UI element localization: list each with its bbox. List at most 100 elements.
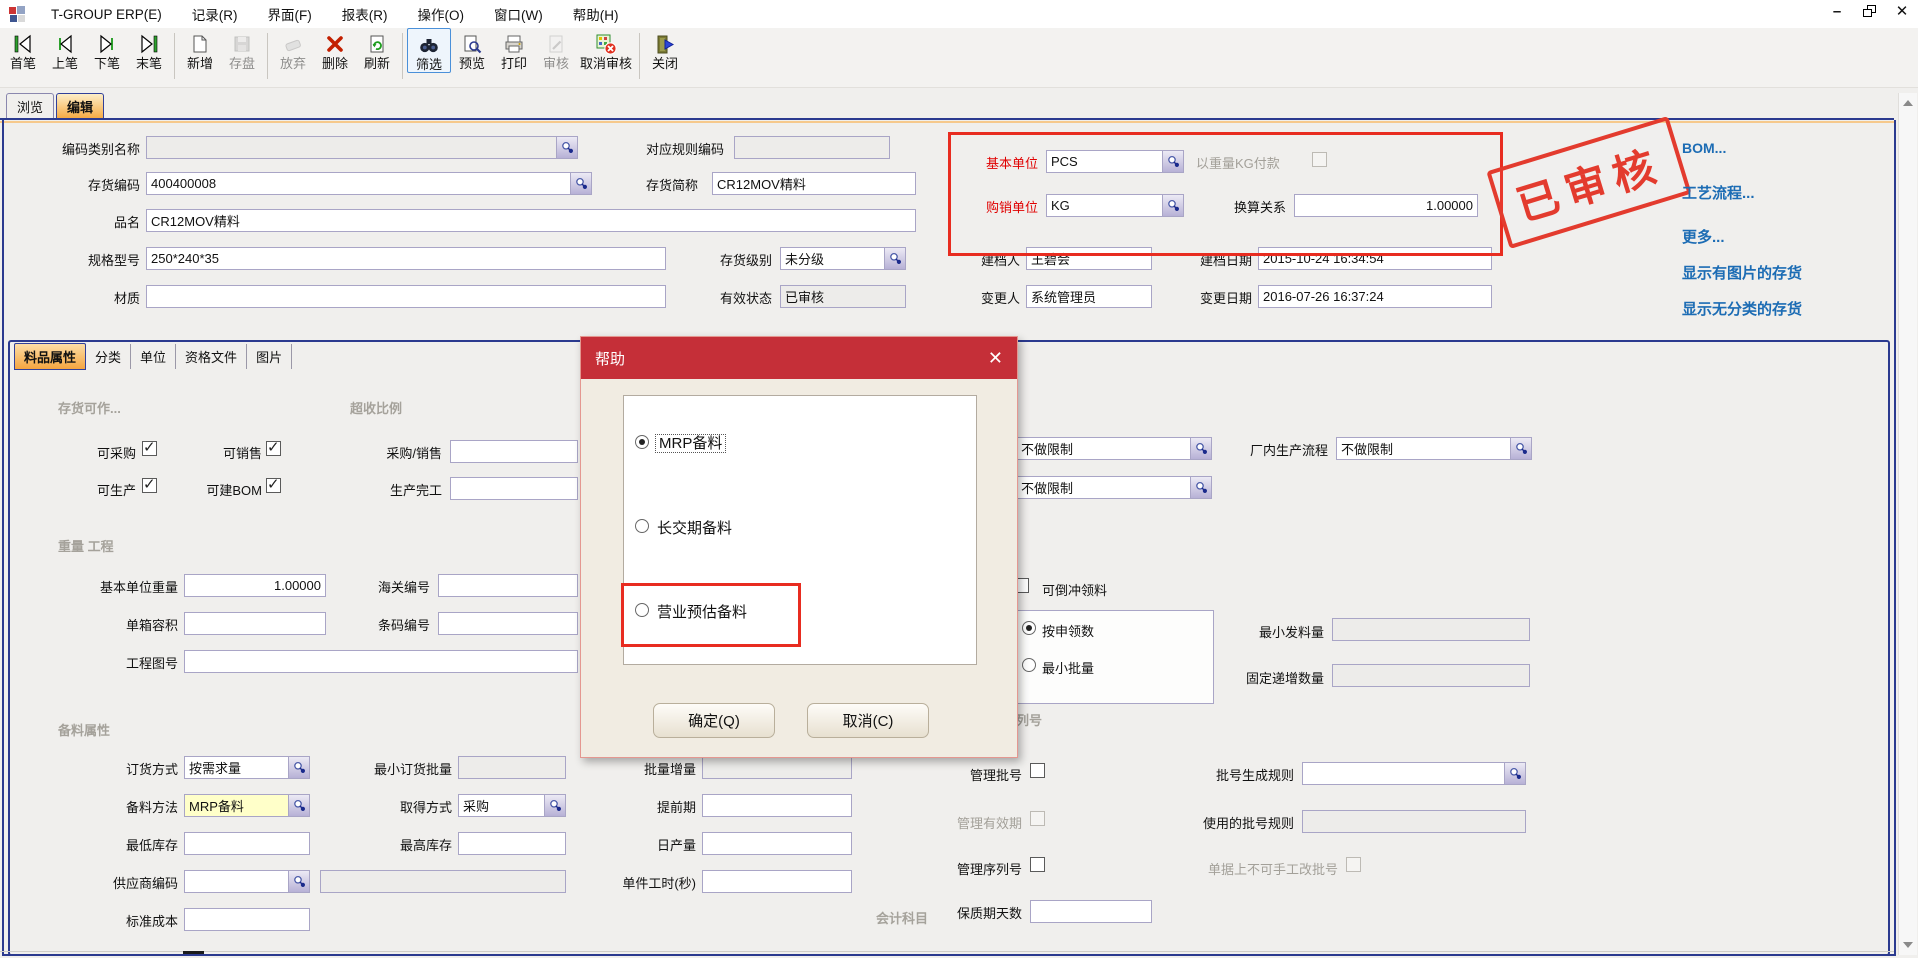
supplier-code-field[interactable] — [184, 870, 310, 893]
sales-forecast-label[interactable]: 营业预估备料 — [657, 601, 747, 622]
tab-unit[interactable]: 单位 — [131, 344, 176, 369]
lookup-icon[interactable] — [570, 173, 591, 194]
lookup-icon[interactable] — [1504, 763, 1525, 784]
lookup-icon[interactable] — [1190, 477, 1211, 498]
acquire-mode-field[interactable]: 采购 — [458, 794, 566, 817]
menu-interface[interactable]: 界面(F) — [253, 1, 327, 27]
cancel-audit-button[interactable]: 取消审核 — [577, 28, 635, 71]
can-purchase-checkbox[interactable] — [142, 441, 157, 456]
batch-increment-field[interactable] — [702, 756, 852, 779]
manage-serial-checkbox[interactable] — [1030, 857, 1045, 872]
close-window-button[interactable]: ✕ — [1892, 2, 1912, 20]
help-dialog-header[interactable]: 帮助 ✕ — [581, 337, 1017, 379]
factory-flow-field[interactable]: 不做限制 — [1336, 437, 1532, 460]
rule-code-field[interactable] — [734, 136, 890, 159]
lookup-icon[interactable] — [544, 795, 565, 816]
shelf-life-field[interactable] — [1030, 900, 1152, 923]
filter-button[interactable]: 筛选 — [407, 28, 451, 73]
menu-help[interactable]: 帮助(H) — [558, 1, 634, 27]
material-field[interactable] — [146, 285, 666, 308]
std-cost-field[interactable] — [184, 908, 310, 931]
restriction-field-2[interactable]: 不做限制 — [1016, 476, 1212, 499]
show-with-picture-link[interactable]: 显示有图片的存货 — [1682, 262, 1802, 283]
scroll-up-icon[interactable] — [1899, 93, 1917, 113]
bom-link[interactable]: BOM... — [1682, 140, 1726, 156]
lookup-icon[interactable] — [1510, 438, 1531, 459]
add-button[interactable]: 新增 — [179, 28, 221, 71]
item-code-field[interactable]: 400400008 — [146, 172, 592, 195]
process-flow-link[interactable]: 工艺流程... — [1682, 182, 1755, 203]
batch-rule-field[interactable] — [1302, 762, 1526, 785]
menu-operation[interactable]: 操作(O) — [403, 1, 480, 27]
max-stock-field[interactable] — [458, 832, 566, 855]
trade-unit-field[interactable]: KG — [1046, 194, 1184, 217]
cancel-button[interactable]: 取消(C) — [807, 703, 929, 738]
long-leadtime-label[interactable]: 长交期备料 — [657, 517, 732, 538]
first-record-button[interactable]: 首笔 — [2, 28, 44, 71]
can-bom-checkbox[interactable] — [266, 478, 281, 493]
lookup-icon[interactable] — [288, 795, 309, 816]
lookup-icon[interactable] — [288, 871, 309, 892]
min-order-field[interactable] — [458, 756, 566, 779]
last-record-button[interactable]: 末笔 — [128, 28, 170, 71]
tab-qualification-files[interactable]: 资格文件 — [176, 344, 247, 369]
over-production-field[interactable] — [450, 477, 578, 500]
customs-code-field[interactable] — [438, 574, 578, 597]
base-weight-field[interactable]: 1.00000 — [184, 574, 326, 597]
menu-report[interactable]: 报表(R) — [327, 1, 403, 27]
tab-edit[interactable]: 编辑 — [56, 93, 104, 118]
show-unclassified-link[interactable]: 显示无分类的存货 — [1682, 298, 1802, 319]
min-issue-field[interactable] — [1332, 618, 1530, 641]
item-abbr-field[interactable]: CR12MOV精料 — [712, 172, 916, 195]
more-link[interactable]: 更多... — [1682, 226, 1725, 247]
can-produce-checkbox[interactable] — [142, 478, 157, 493]
base-unit-field[interactable]: PCS — [1046, 150, 1184, 173]
menu-record[interactable]: 记录(R) — [177, 1, 253, 27]
item-name-field[interactable]: CR12MOV精料 — [146, 209, 916, 232]
daily-output-field[interactable] — [702, 832, 852, 855]
prep-method-field[interactable]: MRP备料 — [184, 794, 310, 817]
ok-button[interactable]: 确定(Q) — [653, 703, 775, 738]
spec-field[interactable]: 250*240*35 — [146, 247, 666, 270]
barcode-field[interactable] — [438, 612, 578, 635]
preview-button[interactable]: 预览 — [451, 28, 493, 71]
close-button[interactable]: 关闭 — [644, 28, 686, 71]
lookup-icon[interactable] — [288, 757, 309, 778]
tab-picture[interactable]: 图片 — [247, 344, 292, 369]
print-button[interactable]: 打印 — [493, 28, 535, 71]
next-record-button[interactable]: 下笔 — [86, 28, 128, 71]
fixed-increment-field[interactable] — [1332, 664, 1530, 687]
min-stock-field[interactable] — [184, 832, 310, 855]
by-request-radio[interactable] — [1022, 621, 1036, 635]
lookup-icon[interactable] — [556, 137, 577, 158]
minimize-button[interactable]: – — [1827, 3, 1847, 20]
conversion-field[interactable]: 1.00000 — [1294, 194, 1478, 217]
prev-record-button[interactable]: 上笔 — [44, 28, 86, 71]
scroll-down-icon[interactable] — [1899, 935, 1917, 955]
min-batch-radio[interactable] — [1022, 658, 1036, 672]
box-volume-field[interactable] — [184, 612, 326, 635]
mrp-prep-label[interactable]: MRP备料 — [655, 432, 726, 453]
unit-hours-field[interactable] — [702, 870, 852, 893]
manage-batch-checkbox[interactable] — [1030, 763, 1045, 778]
mrp-prep-radio[interactable] — [635, 435, 649, 449]
lead-time-field[interactable] — [702, 794, 852, 817]
lookup-icon[interactable] — [1162, 151, 1183, 172]
restore-button[interactable] — [1863, 5, 1876, 17]
drawing-no-field[interactable] — [184, 650, 578, 673]
tab-classification[interactable]: 分类 — [86, 344, 131, 369]
order-mode-field[interactable]: 按需求量 — [184, 756, 310, 779]
lookup-icon[interactable] — [1162, 195, 1183, 216]
vertical-scrollbar[interactable] — [1898, 93, 1917, 955]
level-field[interactable]: 未分级 — [780, 247, 906, 270]
menu-app[interactable]: T-GROUP ERP(E) — [36, 4, 177, 25]
restriction-field-1[interactable]: 不做限制 — [1016, 437, 1212, 460]
long-leadtime-radio[interactable] — [635, 519, 649, 533]
lookup-icon[interactable] — [1190, 438, 1211, 459]
dialog-close-icon[interactable]: ✕ — [988, 348, 1003, 369]
over-purchase-sale-field[interactable] — [450, 440, 578, 463]
delete-button[interactable]: 删除 — [314, 28, 356, 71]
sales-forecast-radio[interactable] — [635, 603, 649, 617]
tab-browse[interactable]: 浏览 — [6, 93, 54, 118]
tab-item-attributes[interactable]: 料品属性 — [14, 343, 86, 370]
